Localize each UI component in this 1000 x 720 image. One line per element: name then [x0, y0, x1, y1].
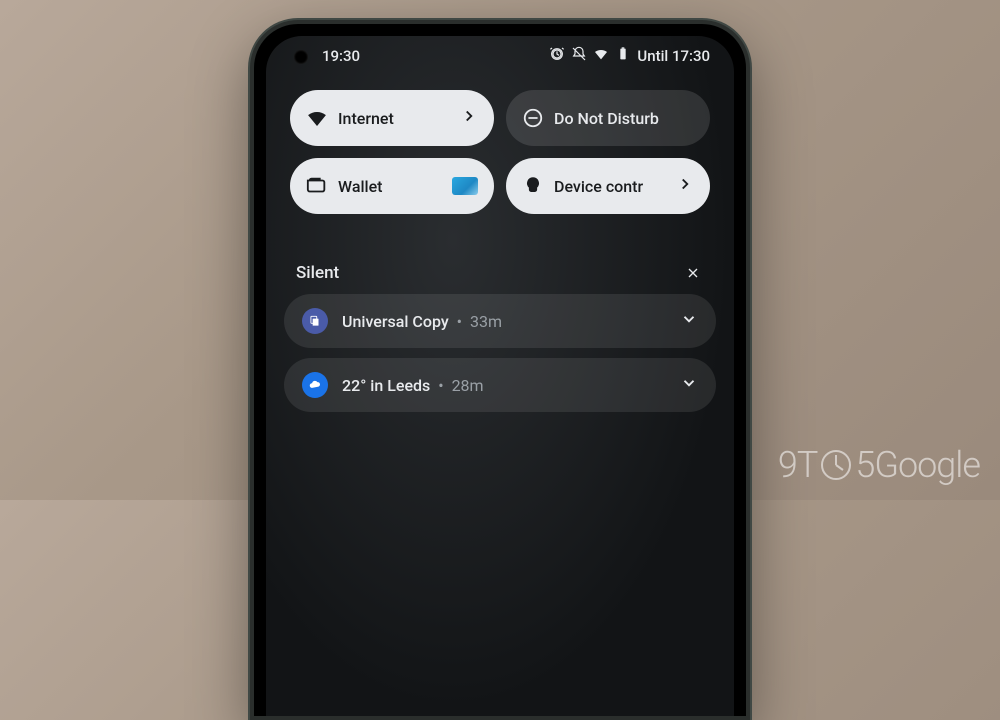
alarm-icon [549, 46, 565, 66]
section-label: Silent [296, 263, 339, 283]
tile-label: Do Not Disturb [554, 109, 694, 128]
qs-tile-dnd[interactable]: Do Not Disturb [506, 90, 710, 146]
chevron-down-icon[interactable] [680, 374, 698, 396]
notification-item[interactable]: Universal Copy • 33m [284, 294, 716, 348]
screen: 19:30 Until 17:30 Internet Do Not Distur… [266, 36, 734, 716]
dnd-icon [522, 107, 544, 129]
notification-text: 22° in Leeds • 28m [342, 376, 666, 395]
qs-tile-wallet[interactable]: Wallet [290, 158, 494, 214]
clear-section-button[interactable] [682, 262, 704, 284]
watermark: 9T5Google [778, 444, 980, 486]
tile-label: Wallet [338, 177, 442, 196]
payment-card-icon [452, 177, 478, 195]
quick-settings-grid: Internet Do Not Disturb Wallet Device co… [266, 74, 734, 234]
weather-icon [302, 372, 328, 398]
until-label: Until 17:30 [637, 47, 710, 65]
notification-text: Universal Copy • 33m [342, 312, 666, 331]
status-icons: Until 17:30 [549, 46, 710, 66]
tile-label: Device contr [554, 177, 666, 196]
front-camera [294, 50, 308, 64]
dnd-status-icon [571, 46, 587, 66]
wallet-icon [306, 175, 328, 197]
status-bar: 19:30 Until 17:30 [266, 36, 734, 74]
phone-frame: 19:30 Until 17:30 Internet Do Not Distur… [250, 20, 750, 720]
copy-icon [302, 308, 328, 334]
bulb-icon [522, 175, 544, 197]
chevron-right-icon [460, 107, 478, 129]
chevron-down-icon[interactable] [680, 310, 698, 332]
notification-item[interactable]: 22° in Leeds • 28m [284, 358, 716, 412]
notification-section-header: Silent [266, 234, 734, 294]
tile-label: Internet [338, 109, 450, 128]
chevron-right-icon [676, 175, 694, 197]
battery-icon [615, 46, 631, 66]
wifi-status-icon [593, 46, 609, 66]
clock: 19:30 [322, 47, 360, 65]
qs-tile-device-controls[interactable]: Device contr [506, 158, 710, 214]
wifi-icon [306, 107, 328, 129]
qs-tile-internet[interactable]: Internet [290, 90, 494, 146]
